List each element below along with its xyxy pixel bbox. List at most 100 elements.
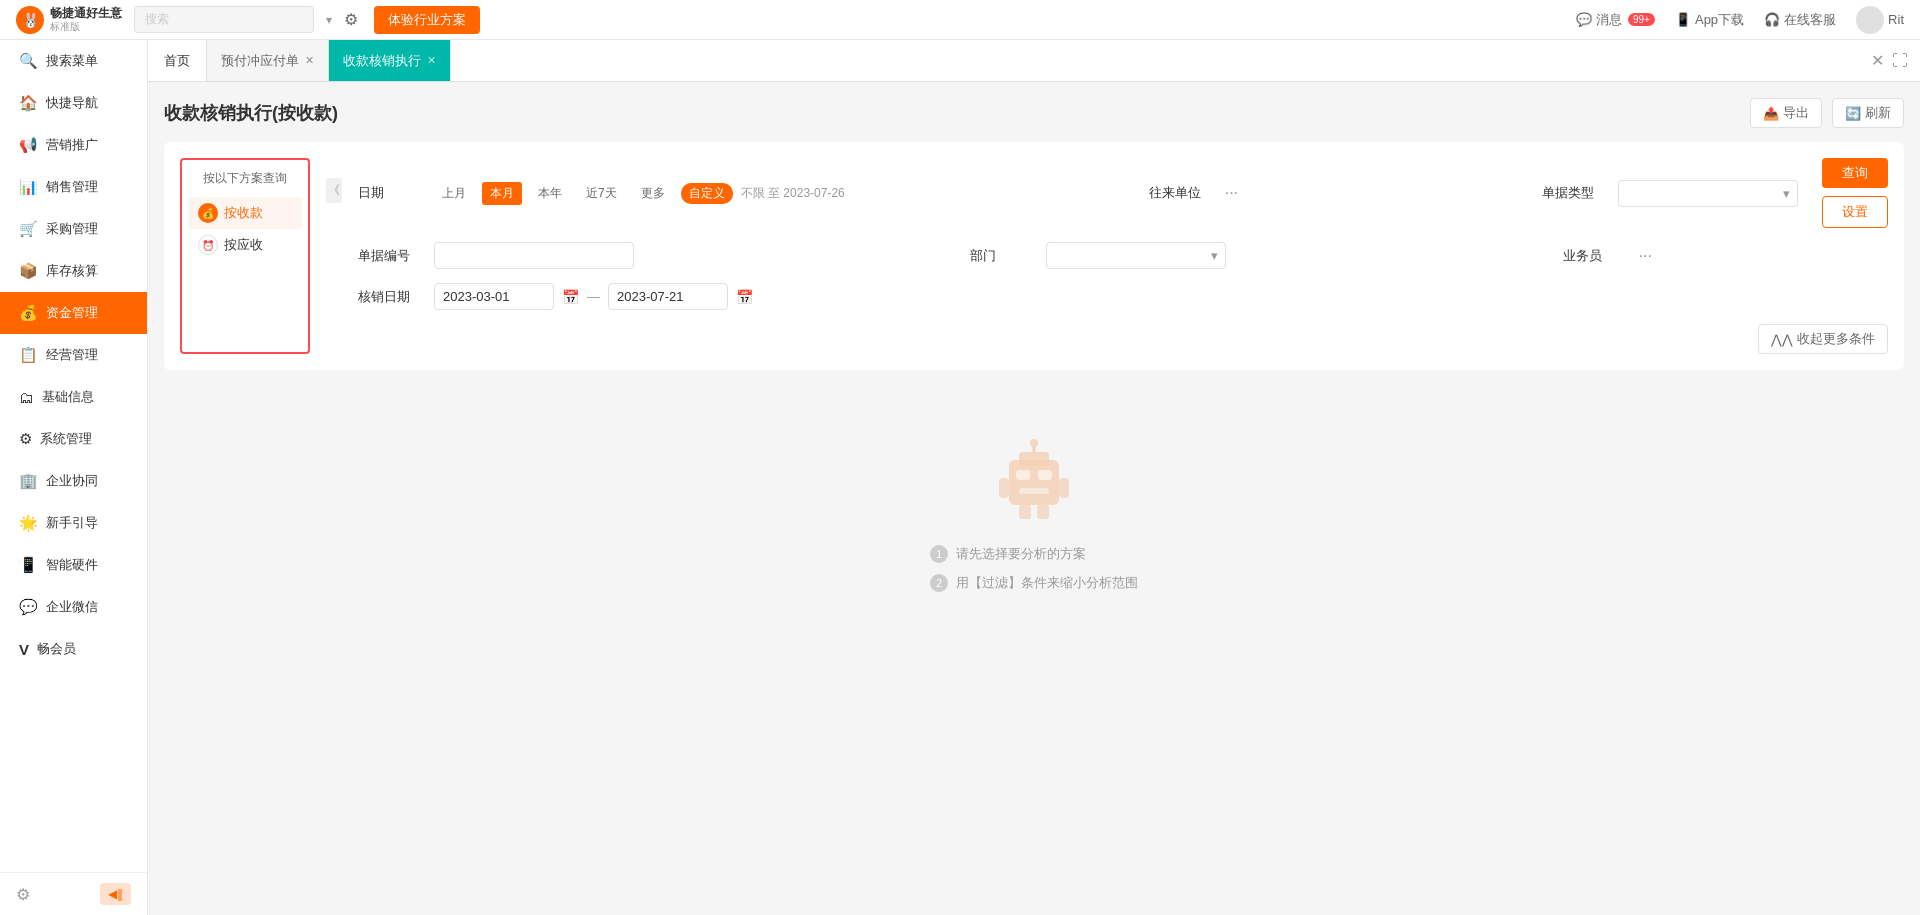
- date-btn-this-year[interactable]: 本年: [530, 182, 570, 205]
- calendar-end-icon[interactable]: 📅: [736, 289, 753, 305]
- date-btn-last-month[interactable]: 上月: [434, 182, 474, 205]
- calendar-start-icon[interactable]: 📅: [562, 289, 579, 305]
- chevron-down-icon[interactable]: ▾: [326, 13, 332, 27]
- doc-type-select[interactable]: [1618, 180, 1798, 207]
- dept-select[interactable]: [1046, 242, 1226, 269]
- app-icon: 📱: [1675, 12, 1691, 27]
- brand-text: 畅捷通好生意 标准版: [50, 6, 122, 32]
- sidebar-item-wecom[interactable]: 💬 企业微信: [0, 586, 147, 628]
- sidebar-bottom: ⚙ ◀‖: [0, 872, 147, 915]
- filter-option-by-receivable[interactable]: ⏰ 按应收: [188, 229, 302, 261]
- tab-close-active-icon[interactable]: ✕: [427, 54, 436, 67]
- sidebar-item-guide[interactable]: 🌟 新手引导: [0, 502, 147, 544]
- staff-label: 业务员: [1563, 247, 1623, 265]
- tab-verify[interactable]: 收款核销执行 ✕: [329, 40, 451, 81]
- enterprise-icon: 🏢: [19, 472, 38, 490]
- gear-icon[interactable]: ⚙: [344, 10, 358, 29]
- date-custom-tag[interactable]: 自定义: [681, 183, 733, 204]
- filter-collapse-button[interactable]: 《: [326, 178, 342, 203]
- filter-row-1: 日期 上月 本月 本年 近7天 更多 自定义 不限 至 2023-07-26 往…: [358, 158, 1888, 228]
- filter-row-3: 核销日期 📅 — 📅: [358, 283, 1888, 310]
- sidebar-gear-icon[interactable]: ⚙: [16, 885, 30, 904]
- sidebar-item-sales[interactable]: 📊 销售管理: [0, 166, 147, 208]
- sidebar-item-search[interactable]: 🔍 搜索菜单: [0, 40, 147, 82]
- user-avatar[interactable]: Rit: [1856, 6, 1904, 34]
- tab-prepay[interactable]: 预付冲应付单 ✕: [207, 40, 329, 81]
- export-icon: 📤: [1763, 106, 1779, 121]
- online-service-btn[interactable]: 🎧 在线客服: [1764, 11, 1836, 29]
- query-btn-group: 查询 设置: [1822, 158, 1888, 228]
- finance-icon: 💰: [19, 304, 38, 322]
- empty-state: 1 请先选择要分析的方案 2 用【过滤】条件来缩小分析范围: [164, 370, 1904, 655]
- sidebar-item-purchase[interactable]: 🛒 采购管理: [0, 208, 147, 250]
- content-area: 首页 预付冲应付单 ✕ 收款核销执行 ✕ ✕ ⛶ 收款核销执行(按收款): [148, 40, 1920, 915]
- message-icon: 💬: [1576, 12, 1592, 27]
- tab-close-window-button[interactable]: ✕: [1871, 51, 1884, 70]
- svg-rect-5: [1038, 470, 1052, 480]
- receipt-icon: 💰: [198, 203, 218, 223]
- tab-home[interactable]: 首页: [148, 40, 207, 81]
- app-download-btn[interactable]: 📱 App下载: [1675, 11, 1744, 29]
- collapse-up-icon: ⋀⋀: [1771, 332, 1793, 347]
- page-header: 收款核销执行(按收款) 📤 导出 🔄 刷新: [164, 98, 1904, 128]
- sidebar-item-quicknav[interactable]: 🏠 快捷导航: [0, 82, 147, 124]
- sidebar-item-member[interactable]: V 畅会员: [0, 628, 147, 670]
- sidebar-item-operation[interactable]: 📋 经营管理: [0, 334, 147, 376]
- search-box[interactable]: 搜索: [134, 6, 314, 33]
- verify-date-end-input[interactable]: [608, 283, 728, 310]
- tab-close-icon[interactable]: ✕: [305, 54, 314, 67]
- sidebar-item-base[interactable]: 🗂 基础信息: [0, 376, 147, 418]
- partner-label: 往来单位: [1149, 184, 1209, 202]
- tab-expand-button[interactable]: ⛶: [1892, 52, 1908, 70]
- sidebar-item-inventory[interactable]: 📦 库存核算: [0, 250, 147, 292]
- settings-button[interactable]: 设置: [1822, 196, 1888, 228]
- sidebar-collapse-button[interactable]: ◀‖: [100, 883, 131, 905]
- svg-rect-0: [1009, 460, 1059, 505]
- guide-icon: 🌟: [19, 514, 38, 532]
- logo-icon: 🐰: [16, 6, 44, 34]
- svg-rect-8: [1059, 478, 1069, 498]
- svg-rect-6: [1019, 488, 1049, 494]
- sidebar-item-system[interactable]: ⚙ 系统管理: [0, 418, 147, 460]
- base-icon: 🗂: [19, 389, 34, 406]
- message-btn[interactable]: 💬 消息 99+: [1576, 11, 1655, 29]
- home-icon: 🏠: [19, 94, 38, 112]
- hint-num-2: 2: [930, 574, 948, 592]
- doc-no-input[interactable]: [434, 242, 634, 269]
- hint-text-2: 用【过滤】条件来缩小分析范围: [956, 571, 1138, 594]
- sidebar-item-enterprise[interactable]: 🏢 企业协同: [0, 460, 147, 502]
- sidebar-item-finance[interactable]: 💰 资金管理: [0, 292, 147, 334]
- empty-hints: 1 请先选择要分析的方案 2 用【过滤】条件来缩小分析范围: [930, 542, 1138, 595]
- staff-dots: ···: [1639, 247, 1652, 265]
- verify-date-start-input[interactable]: [434, 283, 554, 310]
- query-button[interactable]: 查询: [1822, 158, 1888, 188]
- partner-dots: ···: [1225, 184, 1238, 202]
- sidebar-item-marketing[interactable]: 📢 营销推广: [0, 124, 147, 166]
- member-icon: V: [19, 641, 29, 658]
- date-btn-more[interactable]: 更多: [633, 182, 673, 205]
- brand-sub: 标准版: [50, 21, 122, 33]
- doc-type-label: 单据类型: [1542, 184, 1602, 202]
- solution-button[interactable]: 体验行业方案: [374, 6, 480, 34]
- svg-rect-10: [1037, 505, 1049, 519]
- sidebar-item-hardware[interactable]: 📱 智能硬件: [0, 544, 147, 586]
- top-bar: 🐰 畅捷通好生意 标准版 搜索 ▾ ⚙ 体验行业方案 💬 消息 99+ 📱 Ap…: [0, 0, 1920, 40]
- message-badge: 99+: [1628, 13, 1655, 26]
- username: Rit: [1888, 12, 1904, 27]
- collapse-more-button[interactable]: ⋀⋀ 收起更多条件: [1758, 324, 1888, 354]
- refresh-button[interactable]: 🔄 刷新: [1832, 98, 1904, 128]
- date-label: 日期: [358, 184, 418, 202]
- date-btn-this-month[interactable]: 本月: [482, 182, 522, 205]
- export-button[interactable]: 📤 导出: [1750, 98, 1822, 128]
- verify-date-label: 核销日期: [358, 288, 418, 306]
- filter-sidebar: 按以下方案查询 💰 按收款 ⏰ 按应收: [180, 158, 310, 354]
- date-btn-7days[interactable]: 近7天: [578, 182, 625, 205]
- filter-actions-row: ⋀⋀ 收起更多条件: [358, 324, 1888, 354]
- brand-main: 畅捷通好生意: [50, 6, 122, 20]
- main-layout: 🔍 搜索菜单 🏠 快捷导航 📢 营销推广 📊 销售管理 🛒 采购管理 📦 库存核…: [0, 40, 1920, 915]
- filter-option-by-receipt[interactable]: 💰 按收款: [188, 197, 302, 229]
- logo: 🐰 畅捷通好生意 标准版: [16, 6, 122, 34]
- empty-hint-2: 2 用【过滤】条件来缩小分析范围: [930, 571, 1138, 594]
- date-hint: 不限 至 2023-07-26: [741, 185, 845, 202]
- page-actions: 📤 导出 🔄 刷新: [1750, 98, 1904, 128]
